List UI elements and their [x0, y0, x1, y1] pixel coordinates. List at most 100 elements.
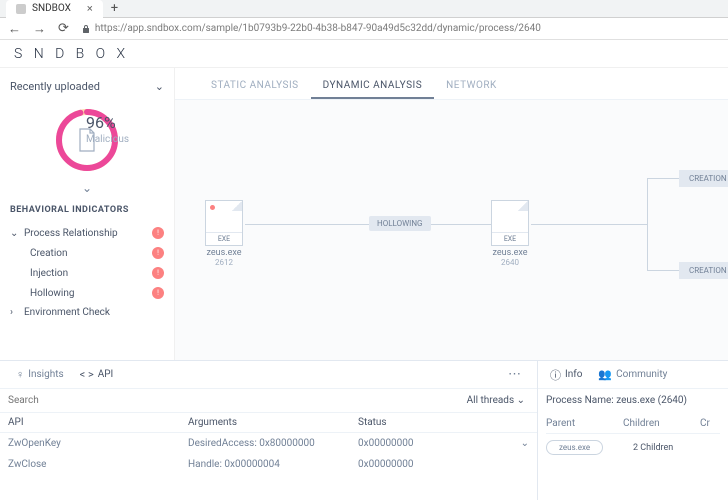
back-button[interactable]: ← [8, 21, 21, 37]
header-parent: Parent [546, 418, 623, 429]
edge [531, 224, 647, 225]
edge-label: CREATION [679, 262, 728, 279]
community-icon: 👥 [598, 368, 612, 381]
score-display: 96% Malicious [10, 103, 164, 173]
code-icon: < > [80, 368, 94, 381]
cell-status: 0x00000000 [358, 459, 529, 470]
new-tab-button[interactable]: + [111, 1, 118, 16]
lock-icon [81, 24, 91, 34]
threads-dropdown[interactable]: All threads ⌄ [467, 395, 525, 406]
reload-button[interactable]: ⟳ [58, 21, 69, 36]
children-count[interactable]: 2 Children [633, 443, 720, 453]
tree-label: Creation [30, 248, 152, 259]
tab-label: Community [616, 369, 667, 380]
file-icon: EXE [491, 200, 529, 246]
chevron-down-icon: ⌄ [517, 395, 525, 406]
relationship-row: zeus.exe 2 Children [546, 434, 720, 461]
chevron-down-icon: ⌄ [155, 80, 164, 93]
more-options-button[interactable]: ⋯ [508, 367, 521, 382]
tab-dynamic-analysis[interactable]: Dynamic Analysis [311, 74, 435, 99]
cell-api: ZwOpenKey [8, 438, 188, 449]
alert-badge: ! [152, 267, 164, 279]
expand-row-button[interactable]: ⌄ [521, 438, 529, 449]
header-api: API [8, 417, 188, 428]
sidebar-item-environment-check[interactable]: › Environment Check [10, 303, 164, 322]
tab-title: SNDBOX [32, 3, 71, 14]
header-children: Children [623, 418, 700, 429]
favicon [16, 4, 26, 14]
process-name-value: zeus.exe (2640) [616, 395, 687, 406]
info-panel-tabs: ⓘ Info 👥 Community [538, 361, 728, 389]
node-name: zeus.exe [491, 248, 529, 258]
process-node[interactable]: EXE zeus.exe 2612 [205, 200, 243, 267]
node-name: zeus.exe [205, 248, 243, 258]
info-panel: ⓘ Info 👥 Community Process Name: zeus.ex… [538, 361, 728, 500]
header-cr: Cr [700, 418, 720, 429]
info-icon: ⓘ [550, 367, 561, 383]
tab-api[interactable]: < > API [72, 364, 122, 385]
table-row[interactable]: ZwOpenKey DesiredAccess: 0x80000000 0x00… [0, 433, 537, 454]
relationship-header: Parent Children Cr [546, 414, 720, 434]
chevron-right-icon: › [10, 307, 22, 318]
tree-label: Injection [30, 268, 152, 279]
cell-status: 0x00000000 [358, 438, 521, 449]
process-node[interactable]: EXE zeus.exe 2640 [491, 200, 529, 267]
table-row[interactable]: ZwClose Handle: 0x00000004 0x00000000 [0, 454, 537, 475]
edge [647, 178, 648, 270]
upload-dropdown[interactable]: Recently uploaded ⌄ [10, 76, 164, 97]
alert-badge: ! [152, 287, 164, 299]
cell-api: ZwClose [8, 459, 188, 470]
file-extension: EXE [492, 232, 528, 243]
tab-label: Info [565, 369, 582, 380]
tab-insights[interactable]: ♀ Insights [8, 364, 72, 385]
app-header: S N D B O X [0, 40, 728, 68]
cell-args: DesiredAccess: 0x80000000 [188, 438, 358, 449]
analysis-tabs: Static Analysis Dynamic Analysis Network [175, 68, 728, 100]
sidebar-item-creation[interactable]: Creation ! [28, 243, 164, 263]
tree-label: Process Relationship [24, 228, 152, 239]
forward-button[interactable]: → [33, 21, 46, 37]
process-name-label: Process Name: [546, 395, 614, 406]
table-header: API Arguments Status [0, 413, 537, 433]
api-table: API Arguments Status ZwOpenKey DesiredAc… [0, 413, 537, 500]
sidebar-item-hollowing[interactable]: Hollowing ! [28, 283, 164, 303]
tab-label: API [98, 369, 114, 380]
content-area: Static Analysis Dynamic Analysis Network… [175, 68, 728, 360]
node-pid: 2612 [205, 258, 243, 267]
process-name-row: Process Name: zeus.exe (2640) [546, 395, 720, 406]
browser-tab[interactable]: SNDBOX × [6, 0, 103, 18]
file-icon: EXE [205, 200, 243, 246]
api-panel: ♀ Insights < > API ⋯ All threads ⌄ API A… [0, 361, 538, 500]
parent-process-pill[interactable]: zeus.exe [546, 440, 603, 455]
tab-static-analysis[interactable]: Static Analysis [199, 74, 311, 99]
browser-tab-bar: SNDBOX × + [0, 0, 728, 18]
edge-label: CREATION [679, 170, 728, 187]
sidebar: Recently uploaded ⌄ 96% Malicious ⌄ BEHA… [0, 68, 175, 360]
tab-label: Insights [28, 369, 63, 380]
process-diagram[interactable]: EXE zeus.exe 2612 HOLLOWING EXE zeus.exe… [175, 100, 728, 360]
cell-args: Handle: 0x00000004 [188, 459, 358, 470]
chevron-down-icon: ⌄ [10, 228, 22, 239]
node-pid: 2640 [491, 258, 529, 267]
dropdown-label: Recently uploaded [10, 80, 100, 93]
header-arguments: Arguments [188, 417, 358, 428]
alert-badge: ! [152, 227, 164, 239]
collapse-sidebar-button[interactable]: ⌄ [10, 181, 164, 195]
score-percentage: 96% [86, 113, 129, 132]
header-status: Status [358, 417, 529, 428]
url-field[interactable]: https://app.sndbox.com/sample/1b0793b9-2… [95, 23, 720, 34]
tab-network[interactable]: Network [434, 74, 509, 99]
sidebar-item-process-relationship[interactable]: ⌄ Process Relationship ! [10, 223, 164, 243]
tab-community[interactable]: 👥 Community [590, 364, 675, 385]
search-input[interactable] [8, 395, 467, 406]
tab-info[interactable]: ⓘ Info [542, 363, 590, 387]
browser-toolbar: ← → ⟳ https://app.sndbox.com/sample/1b07… [0, 18, 728, 40]
sidebar-item-injection[interactable]: Injection ! [28, 263, 164, 283]
alert-badge: ! [152, 247, 164, 259]
malicious-dot-icon [210, 205, 215, 210]
info-body: Process Name: zeus.exe (2640) Parent Chi… [538, 389, 728, 467]
search-row: All threads ⌄ [0, 389, 537, 413]
close-tab-icon[interactable]: × [87, 2, 93, 15]
lightbulb-icon: ♀ [16, 368, 24, 381]
score-label: Malicious [86, 134, 129, 145]
